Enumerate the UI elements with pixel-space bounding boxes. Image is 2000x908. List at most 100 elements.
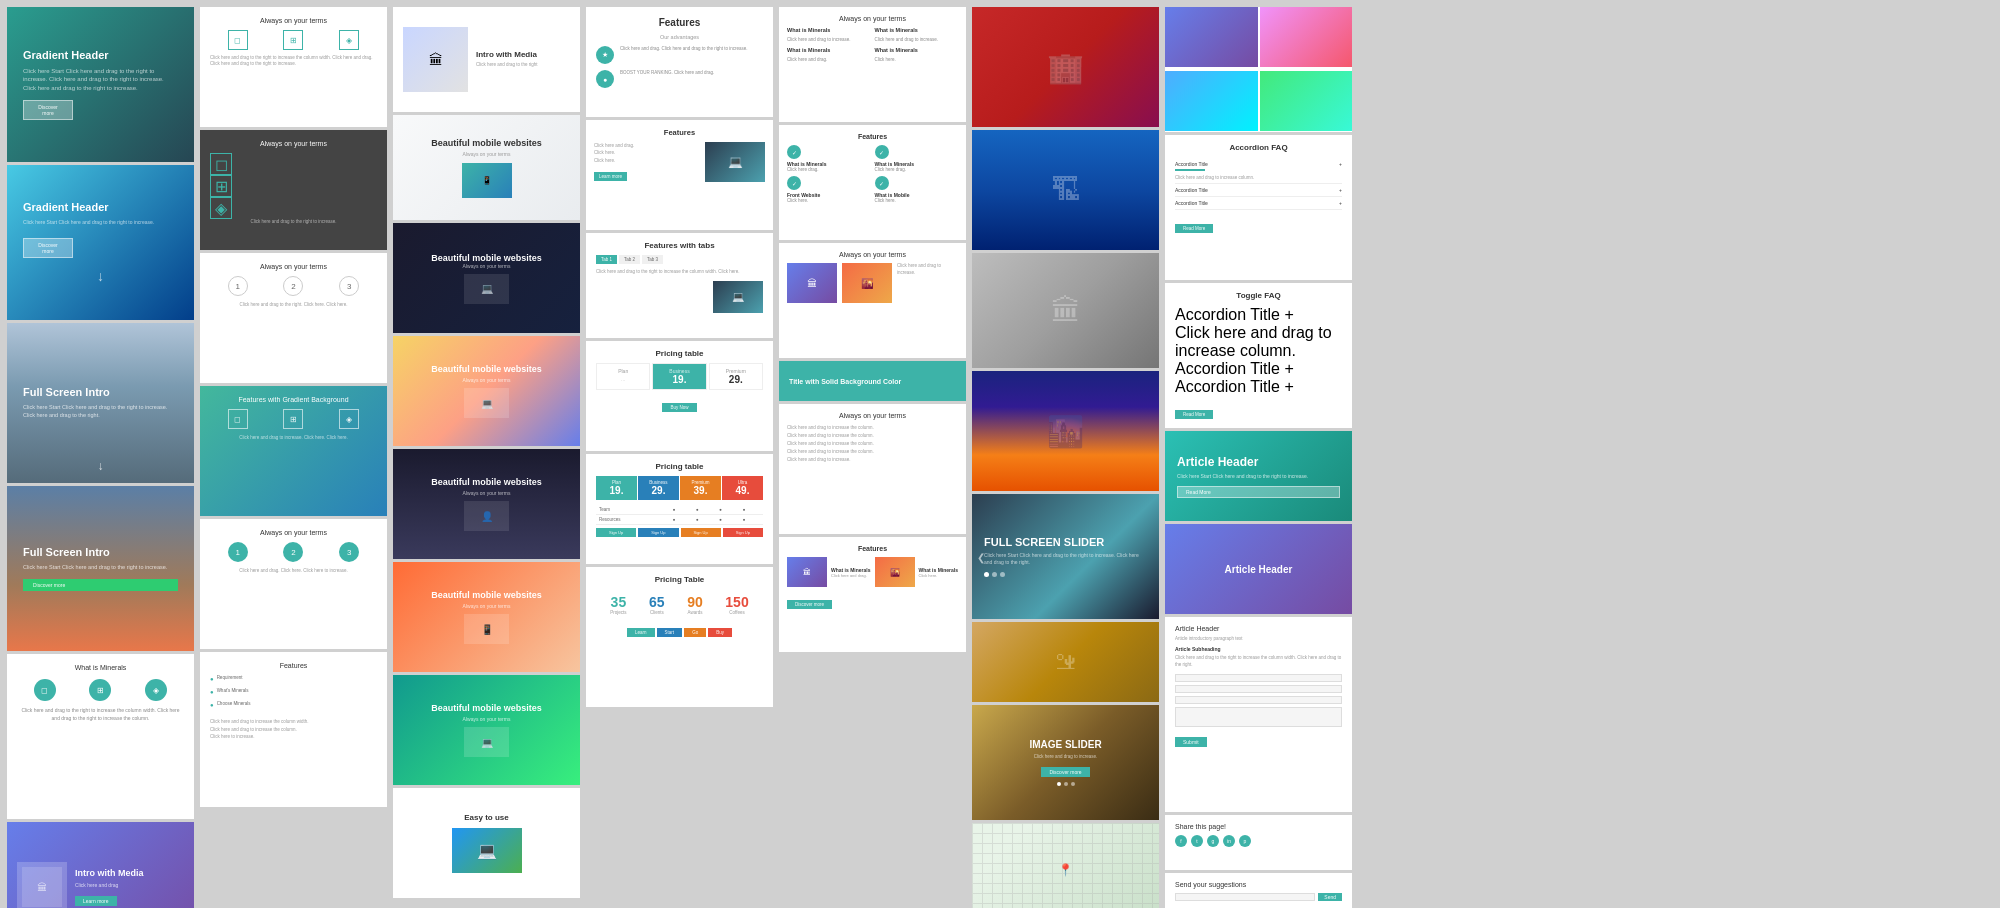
article-header-text: Click here Start Click here and drag to … [1177, 473, 1340, 480]
social-icon-gp[interactable]: g [1207, 835, 1219, 847]
p3-btn-4[interactable]: Buy [708, 628, 732, 637]
p2-p2-price: 29. [639, 485, 678, 496]
acc-label-2: Accordion Title [1175, 187, 1208, 193]
mobile-blue-mockup: 💻 [464, 274, 509, 304]
col5-feat-2: What is Minerals Click here and drag to … [875, 27, 959, 43]
arch-photo-2-placeholder: 🏗 [972, 130, 1159, 250]
article-header-photo-bg: Article Header [1165, 524, 1352, 614]
always-terms-1-title: Always on your terms [210, 17, 377, 24]
image-slider-text: Click here and drag to increase. [1034, 754, 1098, 759]
suggestions-btn[interactable]: Send [1318, 893, 1342, 901]
col5-f-icon-2: ✓ [875, 145, 889, 159]
tab-3[interactable]: Tab 3 [642, 255, 663, 264]
num-circle-1: 1 [228, 276, 248, 296]
article-input-2[interactable] [1175, 685, 1342, 693]
plan-1-features: ··· [599, 377, 647, 383]
col5-feat-1-title: What is Minerals [787, 27, 871, 35]
mobile-mockup-1: 📱 [462, 163, 512, 198]
features-nums-teal-card: Always on your terms 1 2 3 Click here an… [200, 519, 387, 649]
fullscreen-intro-card-2: Full Screen Intro Click here Start Click… [7, 486, 194, 651]
mobile-orange-card: Beautiful mobile websites Always on your… [393, 562, 580, 672]
photo-grid-4 [1260, 71, 1353, 131]
tab-2[interactable]: Tab 2 [619, 255, 640, 264]
social-icon-tw[interactable]: t [1191, 835, 1203, 847]
p2-btn-2[interactable]: Sign Up [638, 528, 678, 537]
p2-btn-3[interactable]: Sign Up [681, 528, 721, 537]
suggestions-input[interactable] [1175, 893, 1315, 901]
article-input-3[interactable] [1175, 696, 1342, 704]
column-7: Accordion FAQ Accordion Title + Click he… [1162, 4, 1355, 908]
article-header-btn[interactable]: Read More [1177, 486, 1340, 498]
tab-1[interactable]: Tab 1 [596, 255, 617, 264]
article-textarea[interactable] [1175, 707, 1342, 727]
counters-row: 35 Projects 65 Clients 90 Awards 150 Cof… [594, 589, 765, 620]
feature-text-2: BOOST YOUR RANKING. Click here and drag. [620, 70, 714, 76]
p3-btn-2[interactable]: Start [657, 628, 683, 637]
pricing-table-card-2: Pricing table Plan 19. Business 29. Prem… [586, 454, 773, 564]
gradient-header-1-btn[interactable]: Discover more [23, 100, 73, 120]
slider-arrow-left-icon[interactable]: ❮ [977, 551, 985, 562]
features-laptop-image: 💻 [705, 142, 765, 182]
col5-f2-3: ✓ Front Website Click here. [787, 176, 871, 203]
main-grid: Gradient Header Click here Start Click h… [0, 0, 2000, 908]
toggle-arrow-2: + [1284, 360, 1293, 377]
gradient-header-2-btn[interactable]: Discover more [23, 238, 73, 258]
col5-f2-4-title: What is Mobile [875, 192, 959, 198]
accordion-btn[interactable]: Read More [1175, 224, 1213, 233]
social-icon-in[interactable]: in [1223, 835, 1235, 847]
tr2-col1: Resources [596, 515, 670, 525]
col5-f2-1: ✓ What is Minerals Click here drag. [787, 145, 871, 172]
intro-media-1-btn[interactable]: Learn more [75, 896, 117, 906]
pricing-1-btn[interactable]: Buy Now [662, 403, 696, 412]
pricing-2-plan-2: Business 29. [638, 476, 679, 500]
fullscreen-intro-2-btn[interactable]: Discover more [23, 579, 178, 591]
mobile-green-title: Beautiful mobile websites [431, 703, 542, 713]
col5-always-text: Always on your terms Click here and drag… [779, 404, 966, 534]
col5-features-btn[interactable]: Discover more [787, 600, 832, 609]
col5-f-icon-3: ✓ [787, 176, 801, 190]
pricing-plan-2: Business 19. [652, 363, 706, 390]
features-icons-text: Click here and drag to the right to incr… [17, 707, 184, 722]
col5-img-1-label: What is Minerals [831, 567, 871, 573]
num-circle-2: 2 [283, 276, 303, 296]
toggle-btn[interactable]: Read More [1175, 410, 1213, 419]
fg-icon-2: ⊞ [283, 409, 303, 429]
p3-btn-1[interactable]: Learn [627, 628, 655, 637]
pricing-table-card-3: Pricing Table 35 Projects 65 Clients 90 … [586, 567, 773, 707]
acc-title-2: Accordion Title + [1175, 187, 1342, 193]
col3-intro-title: Intro with Media [476, 50, 538, 59]
arch-sand-card: 🏜 [972, 622, 1159, 702]
always-terms-dark-card: Always on your terms ◻ ⊞ ◈ Click here an… [200, 130, 387, 250]
article-form-btn[interactable]: Submit [1175, 737, 1207, 747]
toggle-faq-title: Toggle FAQ [1175, 291, 1342, 300]
social-icon-fb[interactable]: f [1175, 835, 1187, 847]
pricing-2-plan-1: Plan 19. [596, 476, 637, 500]
feature-circle-2: ● [596, 70, 614, 88]
toggle-item-2: Accordion Title + [1175, 360, 1342, 378]
col5-feat-4: What is Minerals Click here. [875, 47, 959, 63]
social-icon-pi[interactable]: p [1239, 835, 1251, 847]
table-row-1: Team ● ● ● ● [596, 505, 763, 515]
arrow-down-icon: ↓ [98, 459, 104, 473]
mobile-green-mockup: 💻 [464, 727, 509, 757]
features-plain-list: ● Requirement ● What's Minerals ● Choose… [210, 674, 377, 740]
easy-use-card: Easy to use 💻 [393, 788, 580, 898]
full-screen-slider-text: Click here Start Click here and drag to … [984, 552, 1147, 566]
p2-p3-price: 39. [681, 485, 720, 496]
at-icon-1: ◻ [228, 30, 248, 50]
p2-btn-1[interactable]: Sign Up [596, 528, 636, 537]
col5-always-media-title: Always on your terms [787, 251, 958, 258]
article-input-1[interactable] [1175, 674, 1342, 682]
map-card: 📍 [972, 823, 1159, 908]
col5-features-imgs-title: Features [787, 545, 958, 552]
media-image-placeholder: 🏛 [22, 867, 62, 907]
p2-btn-4[interactable]: Sign Up [723, 528, 763, 537]
image-slider-btn[interactable]: Discover more [1041, 767, 1089, 777]
pricing-2-plans: Plan 19. Business 29. Premium 39. Ultra … [596, 476, 763, 500]
col5-media-image-2: 🌇 [842, 263, 892, 303]
col5-feat-3-title: What is Minerals [787, 47, 871, 55]
p3-btn-3[interactable]: Go [684, 628, 706, 637]
pricing-1-plans: Plan ··· Business 19. Premium 29. [596, 363, 763, 390]
features-laptop-btn[interactable]: Learn more [594, 172, 627, 181]
always-terms-1-text: Click here and drag to the right to incr… [210, 55, 377, 68]
